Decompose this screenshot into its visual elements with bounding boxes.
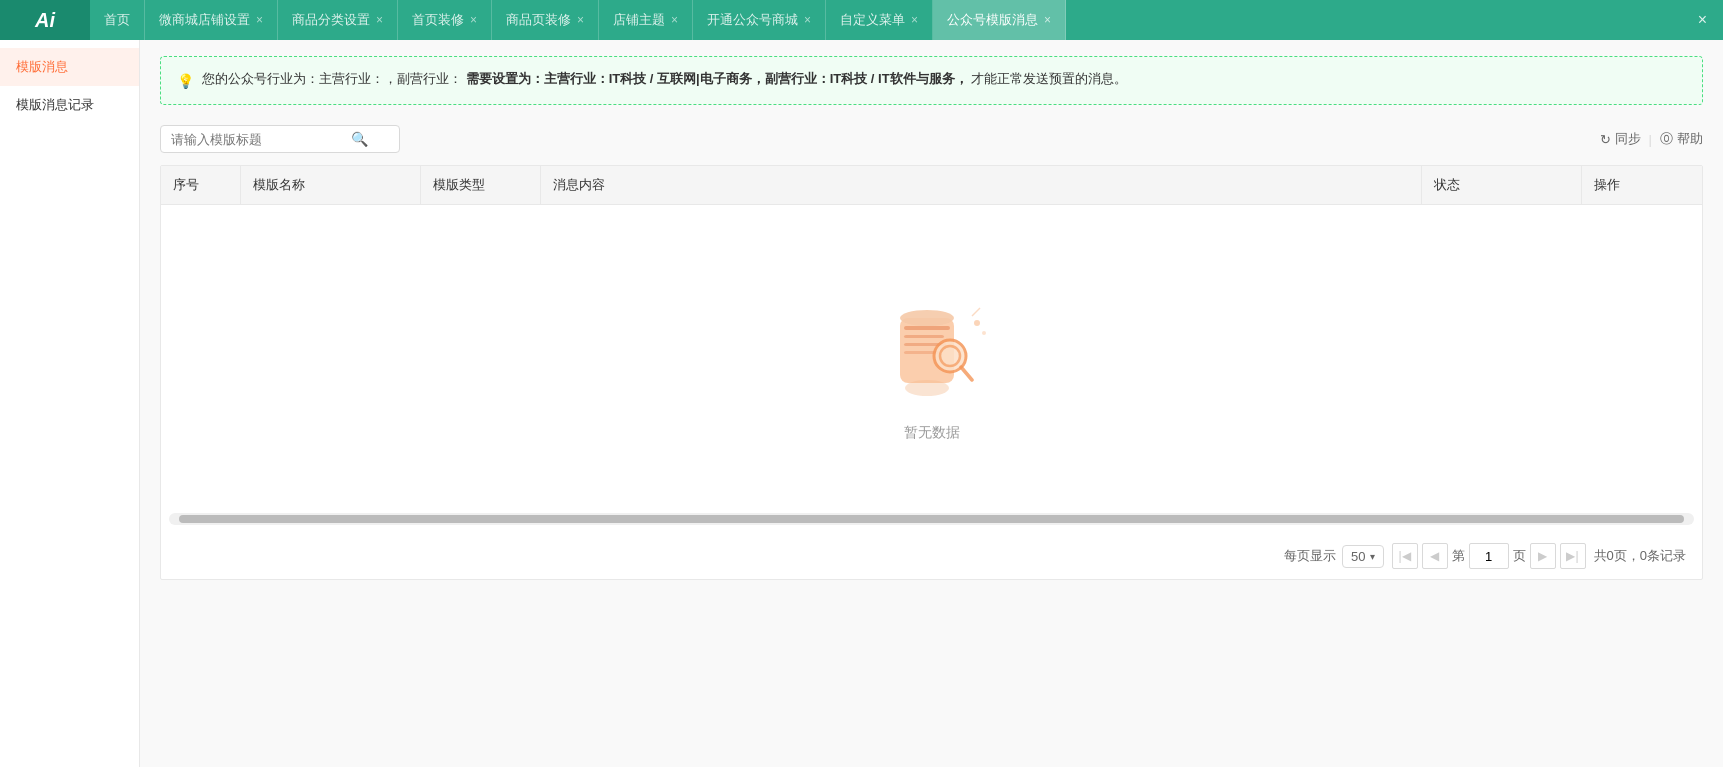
search-icon[interactable]: 🔍: [351, 131, 368, 147]
logo: Ai: [0, 0, 90, 40]
next-page-button[interactable]: ▶: [1530, 543, 1556, 569]
search-bar: 🔍 ↻ 同步 | ⓪ 帮助: [160, 125, 1703, 153]
close-tab-micro-shop[interactable]: ×: [256, 13, 263, 27]
dropdown-icon: ▾: [1370, 551, 1375, 562]
svg-point-11: [982, 331, 986, 335]
help-icon: ⓪: [1660, 130, 1673, 148]
sidebar-item-template-msg[interactable]: 模版消息: [0, 48, 139, 86]
sync-icon: ↻: [1600, 132, 1611, 147]
search-input[interactable]: [171, 132, 351, 147]
page-suffix: 页: [1513, 547, 1526, 565]
col-action: 操作: [1582, 166, 1702, 204]
page-size-label: 每页显示: [1284, 547, 1336, 565]
col-type: 模版类型: [421, 166, 541, 204]
horizontal-scrollbar[interactable]: [169, 513, 1694, 525]
col-seq: 序号: [161, 166, 241, 204]
close-tab-template-msg[interactable]: ×: [1044, 13, 1051, 27]
page-navigation: |◀ ◀ 第 页 ▶ ▶|: [1392, 543, 1586, 569]
scrollbar-area: [161, 505, 1702, 533]
tab-product-category[interactable]: 商品分类设置 ×: [278, 0, 398, 40]
empty-illustration: [872, 288, 992, 408]
help-button[interactable]: ⓪ 帮助: [1660, 130, 1703, 148]
empty-state: 暂无数据: [161, 205, 1702, 505]
tab-bar: 首页 微商城店铺设置 × 商品分类设置 × 首页装修 × 商品页装修 × 店铺主…: [0, 0, 1723, 40]
prev-page-button[interactable]: ◀: [1422, 543, 1448, 569]
sidebar-item-template-msg-log[interactable]: 模版消息记录: [0, 86, 139, 124]
scrollbar-thumb: [179, 515, 1684, 523]
table-header: 序号 模版名称 模版类型 消息内容 状态 操作: [161, 166, 1702, 205]
toolbar-right: ↻ 同步 | ⓪ 帮助: [1600, 130, 1703, 148]
svg-point-6: [900, 310, 954, 326]
page-size-wrap: 每页显示 50 ▾: [1284, 545, 1383, 568]
svg-line-12: [972, 308, 980, 316]
last-page-button[interactable]: ▶|: [1560, 543, 1586, 569]
col-name: 模版名称: [241, 166, 421, 204]
page-number-input[interactable]: [1469, 543, 1509, 569]
alert-banner: 💡 您的公众号行业为：主营行业：，副营行业： 需要设置为：主营行业：IT科技 /…: [160, 56, 1703, 105]
tab-open-wechat[interactable]: 开通公众号商城 ×: [693, 0, 826, 40]
total-info: 共0页，0条记录: [1594, 547, 1686, 565]
toolbar-divider: |: [1649, 132, 1652, 147]
tab-product-decor[interactable]: 商品页装修 ×: [492, 0, 599, 40]
tab-template-msg[interactable]: 公众号模版消息 ×: [933, 0, 1066, 40]
tab-home[interactable]: 首页: [90, 0, 145, 40]
pagination: 每页显示 50 ▾ |◀ ◀ 第 页 ▶ ▶| 共0页，0条记录: [161, 533, 1702, 579]
data-table: 序号 模版名称 模版类型 消息内容 状态 操作: [160, 165, 1703, 580]
sync-button[interactable]: ↻ 同步: [1600, 130, 1641, 148]
sidebar: 模版消息 模版消息记录: [0, 40, 140, 767]
search-input-wrap: 🔍: [160, 125, 400, 153]
col-status: 状态: [1422, 166, 1582, 204]
col-content: 消息内容: [541, 166, 1422, 204]
close-tab-open-wechat[interactable]: ×: [804, 13, 811, 27]
empty-text: 暂无数据: [904, 424, 960, 442]
close-tab-shop-theme[interactable]: ×: [671, 13, 678, 27]
svg-line-9: [961, 367, 972, 380]
close-all-tabs[interactable]: ×: [1682, 11, 1723, 29]
svg-point-10: [974, 320, 980, 326]
tab-micro-shop[interactable]: 微商城店铺设置 ×: [145, 0, 278, 40]
page-prefix: 第: [1452, 547, 1465, 565]
tab-home-decor[interactable]: 首页装修 ×: [398, 0, 492, 40]
main-layout: 模版消息 模版消息记录 💡 您的公众号行业为：主营行业：，副营行业： 需要设置为…: [0, 40, 1723, 767]
svg-rect-3: [904, 335, 944, 338]
close-tab-custom-menu[interactable]: ×: [911, 13, 918, 27]
alert-icon: 💡: [177, 70, 194, 92]
first-page-button[interactable]: |◀: [1392, 543, 1418, 569]
tab-custom-menu[interactable]: 自定义菜单 ×: [826, 0, 933, 40]
close-tab-home-decor[interactable]: ×: [470, 13, 477, 27]
close-tab-product-decor[interactable]: ×: [577, 13, 584, 27]
close-tab-product-category[interactable]: ×: [376, 13, 383, 27]
tab-shop-theme[interactable]: 店铺主题 ×: [599, 0, 693, 40]
page-size-select[interactable]: 50 ▾: [1342, 545, 1383, 568]
content-area: 💡 您的公众号行业为：主营行业：，副营行业： 需要设置为：主营行业：IT科技 /…: [140, 40, 1723, 767]
svg-rect-2: [904, 326, 950, 330]
alert-text: 您的公众号行业为：主营行业：，副营行业： 需要设置为：主营行业：IT科技 / 互…: [202, 69, 1127, 90]
